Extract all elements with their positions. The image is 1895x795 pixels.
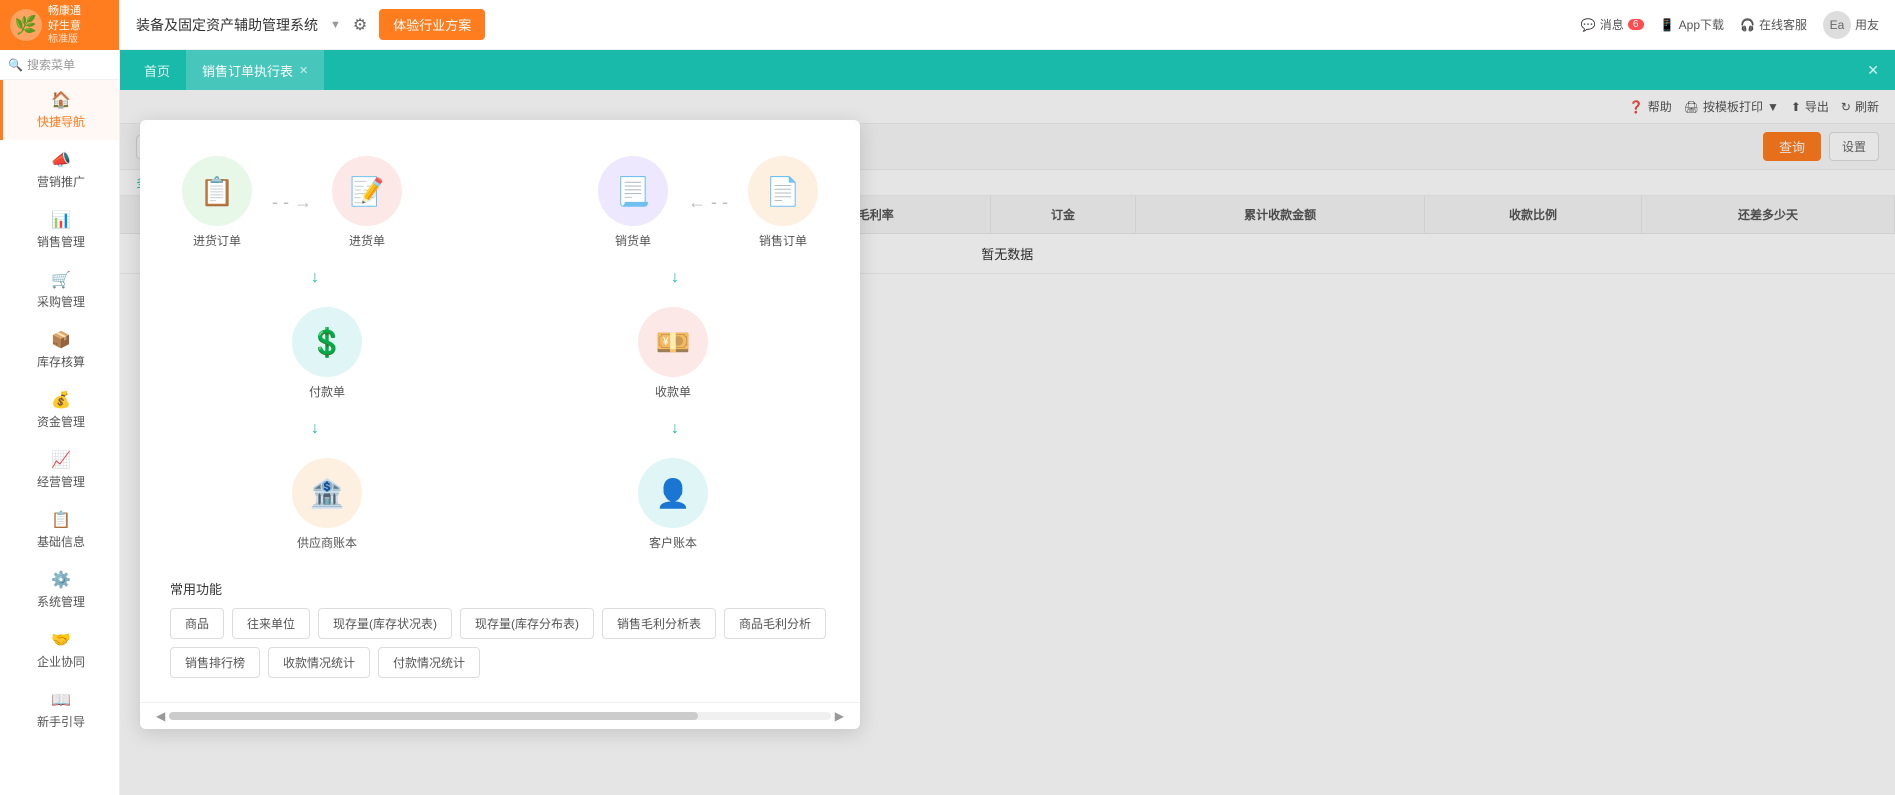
flow-node-payment-bill[interactable]: 💲 付款单 [280, 295, 374, 412]
customer-ledger-icon: 👤 [638, 458, 708, 528]
logo-icon: 🌿 [10, 9, 42, 41]
logo: 🌿 畅康通 好生意 标准版 [0, 0, 119, 50]
home-icon: 🏠 [51, 90, 71, 110]
finance-icon: 💰 [51, 390, 71, 410]
modal-scrollbar: ◀ ▶ [140, 702, 860, 729]
scroll-left-icon[interactable]: ◀ [156, 709, 165, 723]
service-icon: 🎧 [1740, 18, 1755, 32]
sidebar-item-inventory[interactable]: 📦 库存核算 [0, 320, 119, 380]
app-download-button[interactable]: 📱 App下载 [1660, 16, 1724, 33]
arrow-right-1: - - → [264, 192, 320, 213]
sidebar: 🌿 畅康通 好生意 标准版 🔍 搜索菜单 🏠 快捷导航 📣 营销推广 📊 销售管… [0, 0, 120, 795]
sales-icon: 📊 [51, 210, 71, 230]
arrow-left-1: ← - - [680, 192, 736, 213]
sidebar-item-base-info[interactable]: 📋 基础信息 [0, 500, 119, 560]
flow-node-purchase-order[interactable]: 📋 进货订单 [170, 144, 264, 261]
common-functions: 常用功能 商品 往来单位 现存量(库存状况表) 现存量(库存分布表) 销售毛利分… [170, 579, 830, 678]
modal-content: 📋 进货订单 - - → 📝 进货单 [140, 120, 860, 702]
inventory-icon: 📦 [51, 330, 71, 350]
sidebar-nav: 🏠 快捷导航 📣 营销推广 📊 销售管理 🛒 采购管理 📦 库存核算 💰 资金管… [0, 80, 119, 795]
marketing-icon: 📣 [51, 150, 71, 170]
modal-overlay[interactable]: 📋 进货订单 - - → 📝 进货单 [120, 90, 1895, 795]
sidebar-item-purchase[interactable]: 🛒 采购管理 [0, 260, 119, 320]
download-icon: 📱 [1660, 18, 1675, 32]
search-icon: 🔍 [8, 58, 23, 72]
modal-dialog: 📋 进货订单 - - → 📝 进货单 [140, 120, 860, 729]
close-all-button[interactable]: ✕ [1859, 62, 1887, 79]
message-button[interactable]: 💬 消息 6 [1581, 16, 1644, 33]
main-content: 装备及固定资产辅助管理系统 ▼ ⚙ 体验行业方案 💬 消息 6 📱 App下载 … [120, 0, 1895, 795]
func-btn-product-profit[interactable]: 商品毛利分析 [724, 608, 826, 639]
flow-node-receipt-bill[interactable]: 💴 收款单 [626, 295, 720, 412]
message-icon: 💬 [1581, 18, 1596, 32]
newbie-icon: 📖 [51, 690, 71, 710]
sidebar-item-finance[interactable]: 💰 资金管理 [0, 380, 119, 440]
func-btn-sales-rank[interactable]: 销售排行榜 [170, 647, 260, 678]
func-btn-stock-status[interactable]: 现存量(库存状况表) [318, 608, 452, 639]
arrow-down-2: ↓ [630, 269, 720, 287]
sales-order-icon: 📄 [748, 156, 818, 226]
flow-node-supplier-ledger[interactable]: 🏦 供应商账本 [280, 446, 374, 563]
settings-icon[interactable]: ⚙ [353, 15, 367, 35]
receipt-bill-icon: 💴 [638, 307, 708, 377]
func-btn-receipt-stats[interactable]: 收款情况统计 [268, 647, 370, 678]
header-actions: 💬 消息 6 📱 App下载 🎧 在线客服 Ea 用友 [1581, 11, 1879, 39]
top-header: 装备及固定资产辅助管理系统 ▼ ⚙ 体验行业方案 💬 消息 6 📱 App下载 … [120, 0, 1895, 50]
logo-text: 畅康通 好生意 标准版 [48, 4, 81, 46]
function-buttons-row2: 销售排行榜 收款情况统计 付款情况统计 [170, 647, 830, 678]
common-functions-title: 常用功能 [170, 579, 830, 598]
func-btn-payment-stats[interactable]: 付款情况统计 [378, 647, 480, 678]
payment-bill-icon: 💲 [292, 307, 362, 377]
sidebar-item-system[interactable]: ⚙️ 系统管理 [0, 560, 119, 620]
search-menu[interactable]: 🔍 搜索菜单 [0, 50, 119, 80]
tab-home[interactable]: 首页 [128, 50, 186, 90]
arrow-down-4: ↓ [630, 420, 720, 438]
tabs-bar: 首页 销售订单执行表 ✕ ✕ [120, 50, 1895, 90]
sidebar-item-marketing[interactable]: 📣 营销推广 [0, 140, 119, 200]
arrow-down-1: ↓ [270, 269, 360, 287]
system-title: 装备及固定资产辅助管理系统 [136, 15, 318, 35]
scroll-right-icon[interactable]: ▶ [835, 709, 844, 723]
purchase-bill-icon: 📝 [332, 156, 402, 226]
sidebar-item-cooperation[interactable]: 🤝 企业协同 [0, 620, 119, 680]
supplier-ledger-icon: 🏦 [292, 458, 362, 528]
baseinfo-icon: 📋 [51, 510, 71, 530]
avatar: Ea [1823, 11, 1851, 39]
sales-bill-icon: 📃 [598, 156, 668, 226]
scrollbar-track[interactable] [169, 712, 831, 720]
flow-node-sales-order[interactable]: 📄 销售订单 [736, 144, 830, 261]
message-badge: 6 [1628, 19, 1644, 30]
try-button[interactable]: 体验行业方案 [379, 9, 485, 40]
func-btn-product[interactable]: 商品 [170, 608, 224, 639]
user-menu[interactable]: Ea 用友 [1823, 11, 1879, 39]
operation-icon: 📈 [51, 450, 71, 470]
sidebar-item-quick-nav[interactable]: 🏠 快捷导航 [0, 80, 119, 140]
online-service-button[interactable]: 🎧 在线客服 [1740, 16, 1807, 33]
func-btn-partner[interactable]: 往来单位 [232, 608, 310, 639]
system-icon: ⚙️ [51, 570, 71, 590]
scrollbar-thumb [169, 712, 698, 720]
purchase-icon: 🛒 [51, 270, 71, 290]
function-buttons-row1: 商品 往来单位 现存量(库存状况表) 现存量(库存分布表) 销售毛利分析表 商品… [170, 608, 830, 639]
cooperation-icon: 🤝 [51, 630, 71, 650]
func-btn-stock-dist[interactable]: 现存量(库存分布表) [460, 608, 594, 639]
sidebar-item-sales[interactable]: 📊 销售管理 [0, 200, 119, 260]
tab-close-icon[interactable]: ✕ [299, 64, 308, 77]
content-area: ❓ 帮助 🖨 按模板打印 ▼ ⬆ 导出 ↻ 刷新 [120, 90, 1895, 795]
purchase-order-icon: 📋 [182, 156, 252, 226]
sidebar-item-operation[interactable]: 📈 经营管理 [0, 440, 119, 500]
flow-node-customer-ledger[interactable]: 👤 客户账本 [626, 446, 720, 563]
flow-node-purchase-bill[interactable]: 📝 进货单 [320, 144, 414, 261]
tab-sales-order[interactable]: 销售订单执行表 ✕ [186, 50, 324, 90]
func-btn-sales-profit[interactable]: 销售毛利分析表 [602, 608, 716, 639]
sidebar-item-newbie[interactable]: 📖 新手引导 [0, 680, 119, 740]
system-dropdown-icon[interactable]: ▼ [330, 19, 341, 31]
flow-node-sales-bill[interactable]: 📃 销货单 [586, 144, 680, 261]
arrow-down-3: ↓ [270, 420, 360, 438]
